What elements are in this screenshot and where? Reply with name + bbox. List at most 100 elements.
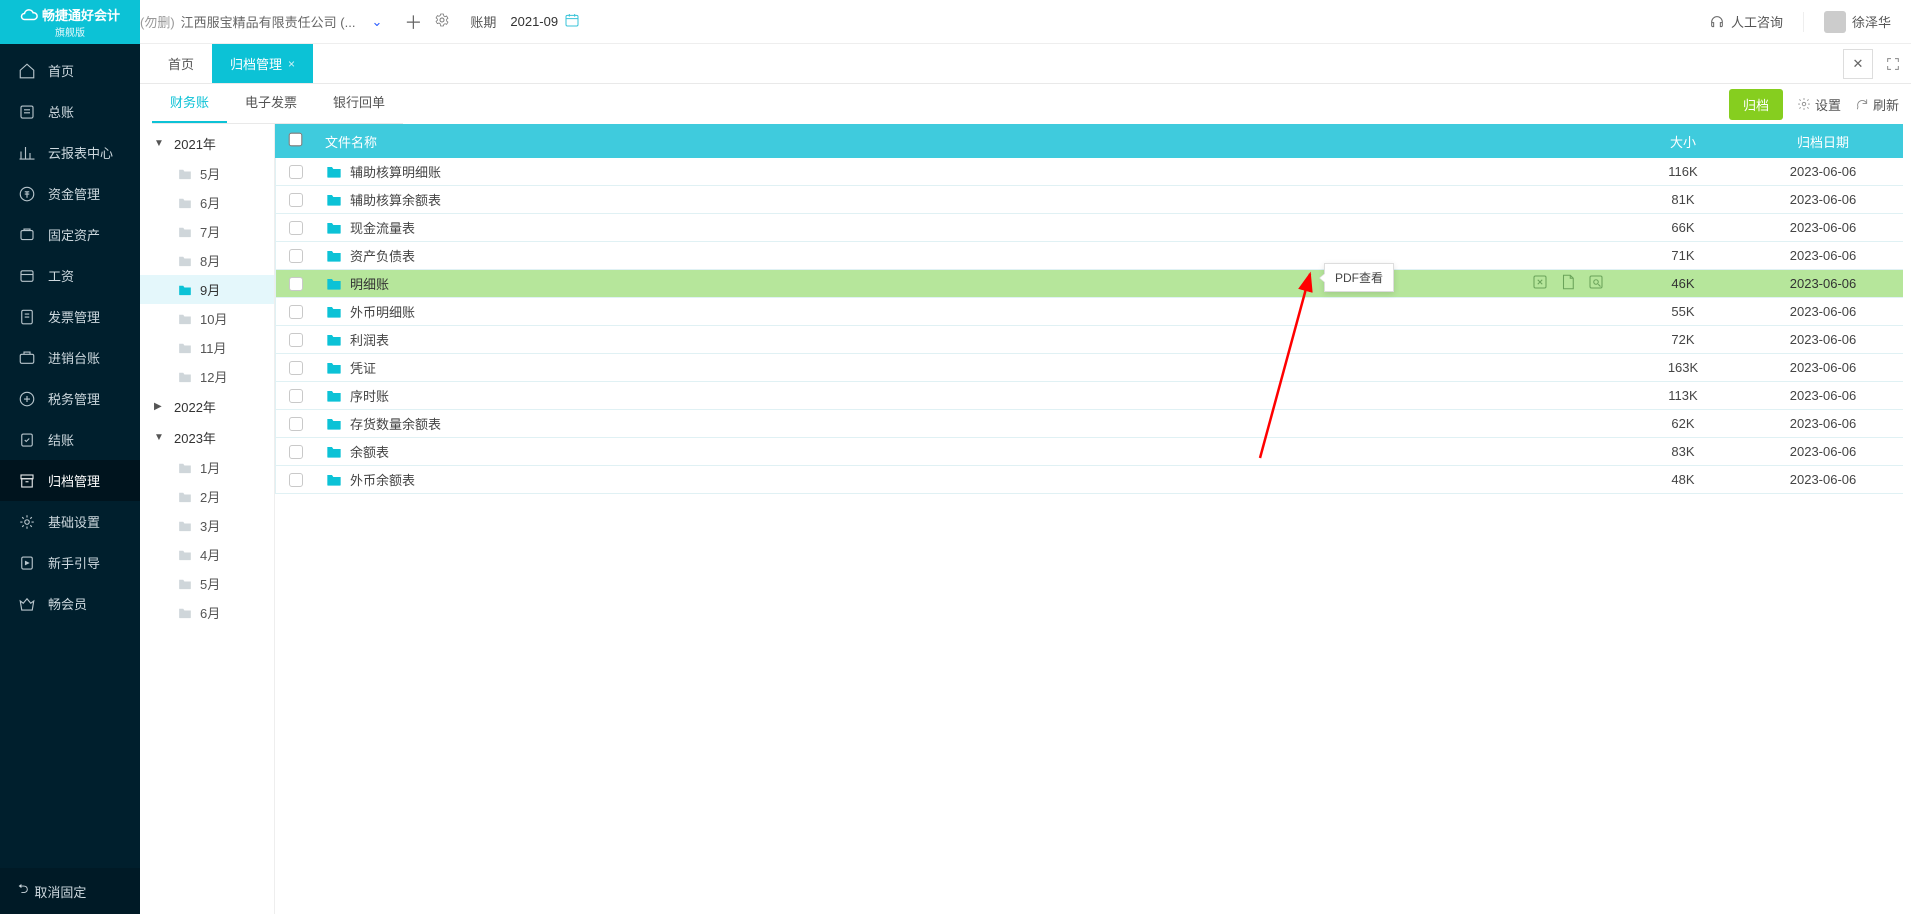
tree-month[interactable]: 9月 — [140, 275, 274, 304]
close-icon[interactable]: × — [288, 57, 295, 71]
row-checkbox[interactable] — [289, 389, 303, 403]
sidebar-item-payroll[interactable]: 工资 — [0, 255, 140, 296]
table-row[interactable]: 辅助核算余额表81K2023-06-06 — [275, 186, 1903, 214]
sidebar-item-home[interactable]: 首页 — [0, 50, 140, 91]
fullscreen-icon[interactable] — [1881, 52, 1905, 76]
table-row[interactable]: 序时账113K2023-06-06 — [275, 382, 1903, 410]
table-row[interactable]: 现金流量表66K2023-06-06 — [275, 214, 1903, 242]
file-date: 2023-06-06 — [1743, 164, 1903, 179]
support-label: 人工咨询 — [1731, 12, 1783, 31]
file-size: 113K — [1623, 388, 1743, 403]
select-all-checkbox[interactable] — [288, 133, 302, 147]
row-checkbox[interactable] — [289, 361, 303, 375]
headset-icon — [1709, 14, 1725, 30]
row-checkbox[interactable] — [289, 221, 303, 235]
guide-icon — [18, 554, 36, 572]
archive-button[interactable]: 归档 — [1729, 89, 1783, 120]
table-row[interactable]: 资产负债表71K2023-06-06 — [275, 242, 1903, 270]
file-size: 81K — [1623, 192, 1743, 207]
pdf-icon[interactable] — [1559, 273, 1577, 294]
sidebar-item-money[interactable]: 资金管理 — [0, 173, 140, 214]
row-checkbox[interactable] — [289, 165, 303, 179]
tree-month[interactable]: 12月 — [140, 362, 274, 391]
subtab-2[interactable]: 银行回单 — [315, 82, 403, 123]
company-switcher[interactable]: (勿删) 江西服宝精品有限责任公司 (... ⌄ — [140, 12, 392, 31]
tree-month[interactable]: 1月 — [140, 453, 274, 482]
sidebar-item-asset[interactable]: 固定资产 — [0, 214, 140, 255]
folder-icon — [326, 221, 342, 234]
row-checkbox[interactable] — [289, 417, 303, 431]
file-date: 2023-06-06 — [1743, 304, 1903, 319]
period-label: 账期 — [470, 12, 496, 31]
sidebar-item-tax[interactable]: 税务管理 — [0, 378, 140, 419]
refresh-link[interactable]: 刷新 — [1855, 95, 1899, 114]
tree-month[interactable]: 8月 — [140, 246, 274, 275]
tree-month[interactable]: 4月 — [140, 540, 274, 569]
tree-month[interactable]: 5月 — [140, 569, 274, 598]
unpin-toggle[interactable]: ⮌ 取消固定 — [0, 868, 140, 914]
row-checkbox[interactable] — [289, 333, 303, 347]
pdf-view-icon[interactable] — [1587, 273, 1605, 294]
tree-month[interactable]: 6月 — [140, 598, 274, 627]
subtab-1[interactable]: 电子发票 — [227, 82, 315, 123]
tree-month[interactable]: 5月 — [140, 159, 274, 188]
sidebar-item-invoice[interactable]: 发票管理 — [0, 296, 140, 337]
table-row[interactable]: 凭证163K2023-06-06 — [275, 354, 1903, 382]
tree-month[interactable]: 2月 — [140, 482, 274, 511]
settings-icon[interactable] — [434, 12, 450, 31]
export-icon[interactable] — [1531, 273, 1549, 294]
sidebar-item-close[interactable]: 结账 — [0, 419, 140, 460]
tree-month[interactable]: 10月 — [140, 304, 274, 333]
calendar-icon[interactable] — [564, 12, 580, 31]
file-size: 71K — [1623, 248, 1743, 263]
sidebar-item-archive[interactable]: 归档管理 — [0, 460, 140, 501]
sidebar-item-stock[interactable]: 进销台账 — [0, 337, 140, 378]
folder-icon — [178, 168, 192, 179]
close-tab-button[interactable]: ✕ — [1843, 49, 1873, 79]
settings-icon — [18, 513, 36, 531]
tree-month[interactable]: 7月 — [140, 217, 274, 246]
folder-icon — [178, 549, 192, 560]
table-row[interactable]: 利润表72K2023-06-06 — [275, 326, 1903, 354]
table-row[interactable]: 明细账46K2023-06-06 — [275, 270, 1903, 298]
arrow-left-icon: ⮌ — [18, 880, 28, 902]
tree-month[interactable]: 11月 — [140, 333, 274, 362]
row-checkbox[interactable] — [289, 277, 303, 291]
table-row[interactable]: 存货数量余额表62K2023-06-06 — [275, 410, 1903, 438]
row-checkbox[interactable] — [289, 249, 303, 263]
tree-month[interactable]: 3月 — [140, 511, 274, 540]
row-checkbox[interactable] — [289, 193, 303, 207]
support-link[interactable]: 人工咨询 — [1709, 12, 1783, 31]
sidebar-item-chart[interactable]: 云报表中心 — [0, 132, 140, 173]
user-menu[interactable]: 徐泽华 — [1824, 11, 1891, 33]
tree-year[interactable]: ▼2023年 — [140, 422, 274, 453]
table-row[interactable]: 外币余额表48K2023-06-06 — [275, 466, 1903, 494]
row-checkbox[interactable] — [289, 473, 303, 487]
folder-icon — [326, 445, 342, 458]
settings-link[interactable]: 设置 — [1797, 95, 1841, 114]
tree-year[interactable]: ▶2022年 — [140, 391, 274, 422]
tab-1[interactable]: 归档管理× — [212, 44, 313, 83]
sidebar-item-settings[interactable]: 基础设置 — [0, 501, 140, 542]
tree-month[interactable]: 6月 — [140, 188, 274, 217]
sidebar-item-label: 云报表中心 — [48, 143, 113, 162]
month-label: 4月 — [200, 545, 220, 564]
left-sidebar: 畅捷通好会计 旗舰版 首页总账云报表中心资金管理固定资产工资发票管理进销台账税务… — [0, 0, 140, 914]
file-name: 明细账 — [350, 274, 389, 293]
row-checkbox[interactable] — [289, 445, 303, 459]
file-name: 序时账 — [350, 386, 389, 405]
sidebar-item-ledger[interactable]: 总账 — [0, 91, 140, 132]
tab-0[interactable]: 首页 — [150, 44, 212, 83]
tree-year[interactable]: ▼2021年 — [140, 128, 274, 159]
table-row[interactable]: 余额表83K2023-06-06 — [275, 438, 1903, 466]
table-row[interactable]: 外币明细账55K2023-06-06 — [275, 298, 1903, 326]
sidebar-item-guide[interactable]: 新手引导 — [0, 542, 140, 583]
table-row[interactable]: 辅助核算明细账116K2023-06-06 — [275, 158, 1903, 186]
subtab-0[interactable]: 财务账 — [152, 82, 227, 123]
period-value[interactable]: 2021-09 — [510, 14, 558, 29]
home-icon — [18, 62, 36, 80]
invoice-icon — [18, 308, 36, 326]
sidebar-item-vip[interactable]: 畅会员 — [0, 583, 140, 624]
add-button[interactable]: ＋ — [404, 9, 422, 35]
row-checkbox[interactable] — [289, 305, 303, 319]
